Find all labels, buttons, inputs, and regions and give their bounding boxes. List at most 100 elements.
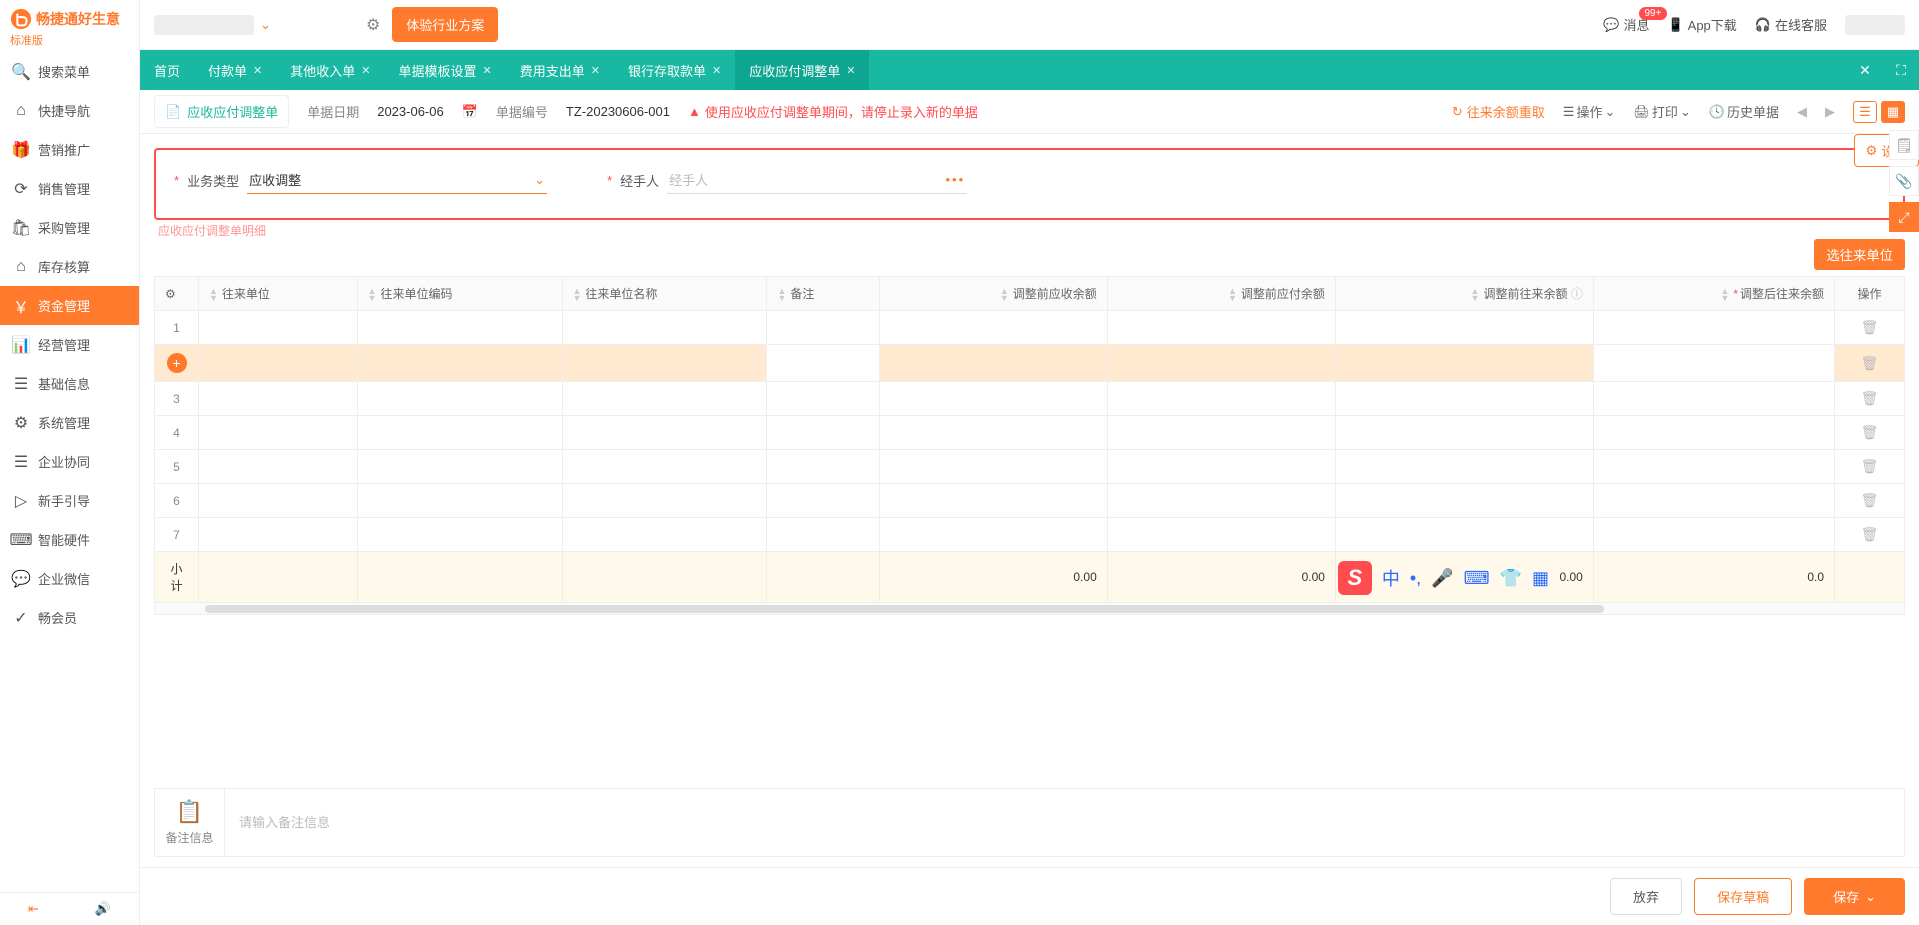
col-op: 操作 bbox=[1857, 287, 1881, 301]
select-contact-button[interactable]: 选往来单位 bbox=[1814, 239, 1905, 270]
org-selector[interactable]: ⌄ bbox=[154, 15, 354, 35]
tab-0[interactable]: 首页 bbox=[140, 50, 194, 90]
sidebar-item-8[interactable]: ☰基础信息 bbox=[0, 364, 139, 403]
sidebar-item-0[interactable]: 🔍搜索菜单 bbox=[0, 52, 139, 91]
history-button[interactable]: 🕓历史单据 bbox=[1709, 102, 1779, 121]
tab-2[interactable]: 其他收入单✕ bbox=[276, 50, 384, 90]
calendar-icon[interactable]: 📅 bbox=[462, 104, 478, 120]
col-post-balance[interactable]: 调整后往来余额 bbox=[1740, 287, 1824, 301]
sidebar-item-14[interactable]: ✓畅会员 bbox=[0, 598, 139, 637]
help-icon[interactable]: ⓘ bbox=[1571, 287, 1583, 301]
save-button[interactable]: 保存⌄ bbox=[1804, 878, 1905, 915]
delete-row-icon[interactable]: 🗑 bbox=[1861, 492, 1879, 508]
tab-6[interactable]: 应收应付调整单✕ bbox=[735, 50, 869, 90]
ime-skin-icon[interactable]: 👕 bbox=[1500, 568, 1522, 589]
ime-punct-icon[interactable]: •, bbox=[1410, 568, 1421, 589]
view-card-icon[interactable]: ▦ bbox=[1881, 101, 1905, 123]
list-icon: ☰ bbox=[1563, 104, 1575, 120]
delete-row-icon[interactable]: 🗑 bbox=[1861, 390, 1879, 406]
delete-row-icon[interactable]: 🗑 bbox=[1861, 526, 1879, 542]
prev-icon[interactable]: ◀ bbox=[1797, 104, 1807, 120]
table-settings-icon[interactable]: ⚙ bbox=[165, 287, 176, 301]
print-menu[interactable]: 🖨打印⌄ bbox=[1633, 102, 1690, 121]
col-pre-balance[interactable]: 调整前往来余额 bbox=[1483, 287, 1567, 301]
sidebar-item-12[interactable]: ⌨智能硬件 bbox=[0, 520, 139, 559]
sidebar-item-11[interactable]: ▷新手引导 bbox=[0, 481, 139, 520]
add-row-button[interactable]: + bbox=[167, 353, 187, 373]
messages-button[interactable]: 💬 消息 99+ bbox=[1603, 15, 1649, 34]
ime-grid-icon[interactable]: ▦ bbox=[1532, 568, 1549, 589]
sidebar-item-2[interactable]: 🎁营销推广 bbox=[0, 130, 139, 169]
ime-toolbar[interactable]: S 中 •, 🎤 ⌨ 👕 ▦ bbox=[1338, 561, 1549, 595]
col-contact-code[interactable]: 往来单位编码 bbox=[380, 287, 452, 301]
delete-row-icon[interactable]: 🗑 bbox=[1861, 355, 1879, 371]
col-remark[interactable]: 备注 bbox=[790, 287, 814, 301]
gear-icon[interactable]: ⚙ bbox=[366, 15, 380, 35]
delete-row-icon[interactable]: 🗑 bbox=[1861, 424, 1879, 440]
tab-close-icon[interactable]: ✕ bbox=[846, 64, 855, 77]
tab-3[interactable]: 单据模板设置✕ bbox=[384, 50, 505, 90]
handler-select[interactable]: 经手人 ••• bbox=[667, 166, 967, 194]
user-menu[interactable] bbox=[1845, 15, 1905, 35]
brand-name: 畅捷通好生意 bbox=[36, 9, 120, 29]
sidebar-item-1[interactable]: ⌂快捷导航 bbox=[0, 91, 139, 130]
sidebar-item-6[interactable]: ￥资金管理 bbox=[0, 286, 139, 325]
sidebar-item-3[interactable]: ⟳销售管理 bbox=[0, 169, 139, 208]
col-pre-ap[interactable]: 调整前应付余额 bbox=[1241, 287, 1325, 301]
tab-close-icon[interactable]: ✕ bbox=[253, 64, 262, 77]
table-row[interactable]: 1🗑 bbox=[155, 311, 1905, 345]
biz-type-select[interactable]: 应收调整 ⌄ bbox=[247, 166, 547, 194]
table-row[interactable]: 7🗑 bbox=[155, 518, 1905, 552]
app-download-button[interactable]: 📱 App下载 bbox=[1667, 15, 1736, 34]
experience-plan-button[interactable]: 体验行业方案 bbox=[392, 7, 498, 42]
col-contact[interactable]: 往来单位 bbox=[222, 287, 270, 301]
rail-attachment-icon[interactable]: 📎 bbox=[1889, 166, 1919, 196]
tab-close-icon[interactable]: ✕ bbox=[483, 64, 492, 77]
col-pre-ar[interactable]: 调整前应收余额 bbox=[1013, 287, 1097, 301]
online-support-button[interactable]: 🎧 在线客服 bbox=[1755, 15, 1827, 34]
tab-4[interactable]: 费用支出单✕ bbox=[506, 50, 614, 90]
table-row[interactable]: 5🗑 bbox=[155, 450, 1905, 484]
sidebar-item-13[interactable]: 💬企业微信 bbox=[0, 559, 139, 598]
next-icon[interactable]: ▶ bbox=[1825, 104, 1835, 120]
sogou-logo-icon: S bbox=[1338, 561, 1372, 595]
tab-close-icon[interactable]: ✕ bbox=[712, 64, 721, 77]
sidebar-item-9[interactable]: ⚙系统管理 bbox=[0, 403, 139, 442]
sidebar-icon: ⚙ bbox=[12, 414, 30, 432]
view-list-icon[interactable]: ☰ bbox=[1853, 101, 1877, 123]
save-draft-button[interactable]: 保存草稿 bbox=[1694, 878, 1792, 915]
ime-lang[interactable]: 中 bbox=[1382, 565, 1400, 591]
tab-1[interactable]: 付款单✕ bbox=[194, 50, 276, 90]
sidebar-item-4[interactable]: 🛍采购管理 bbox=[0, 208, 139, 247]
regrab-balance-button[interactable]: ↻往来余额重取 bbox=[1452, 102, 1545, 121]
sound-icon[interactable]: 🔊 bbox=[95, 901, 111, 917]
doc-date-value[interactable]: 2023-06-06 bbox=[377, 104, 444, 119]
tabs-close-button[interactable]: ✕ bbox=[1847, 62, 1883, 79]
table-row[interactable]: +🗑 bbox=[155, 345, 1905, 382]
tabs-expand-button[interactable]: ⛶ bbox=[1883, 62, 1919, 79]
rail-expand-icon[interactable]: ⤢ bbox=[1889, 202, 1919, 232]
collapse-icon[interactable]: ⇤ bbox=[28, 901, 39, 917]
rail-note-icon[interactable]: 🗒 bbox=[1889, 130, 1919, 160]
delete-row-icon[interactable]: 🗑 bbox=[1861, 458, 1879, 474]
discard-button[interactable]: 放弃 bbox=[1610, 878, 1682, 915]
col-contact-name[interactable]: 往来单位名称 bbox=[585, 287, 657, 301]
horizontal-scrollbar[interactable] bbox=[154, 603, 1905, 615]
ime-mic-icon[interactable]: 🎤 bbox=[1431, 568, 1453, 589]
table-row[interactable]: 6🗑 bbox=[155, 484, 1905, 518]
tab-5[interactable]: 银行存取款单✕ bbox=[614, 50, 735, 90]
remarks-input[interactable] bbox=[225, 789, 1904, 856]
tab-close-icon[interactable]: ✕ bbox=[361, 64, 370, 77]
table-row[interactable]: 3🗑 bbox=[155, 382, 1905, 416]
doc-no-value: TZ-20230606-001 bbox=[566, 104, 670, 119]
sidebar-footer: ⇤ 🔊 bbox=[0, 892, 139, 925]
tab-close-icon[interactable]: ✕ bbox=[591, 64, 600, 77]
sidebar-item-10[interactable]: ☰企业协同 bbox=[0, 442, 139, 481]
operations-menu[interactable]: ☰操作⌄ bbox=[1563, 102, 1616, 121]
table-row[interactable]: 4🗑 bbox=[155, 416, 1905, 450]
ime-keyboard-icon[interactable]: ⌨ bbox=[1464, 568, 1490, 589]
delete-row-icon[interactable]: 🗑 bbox=[1861, 319, 1879, 335]
sidebar-item-7[interactable]: 📊经营管理 bbox=[0, 325, 139, 364]
sidebar-item-5[interactable]: ⌂库存核算 bbox=[0, 247, 139, 286]
more-icon[interactable]: ••• bbox=[946, 172, 966, 187]
